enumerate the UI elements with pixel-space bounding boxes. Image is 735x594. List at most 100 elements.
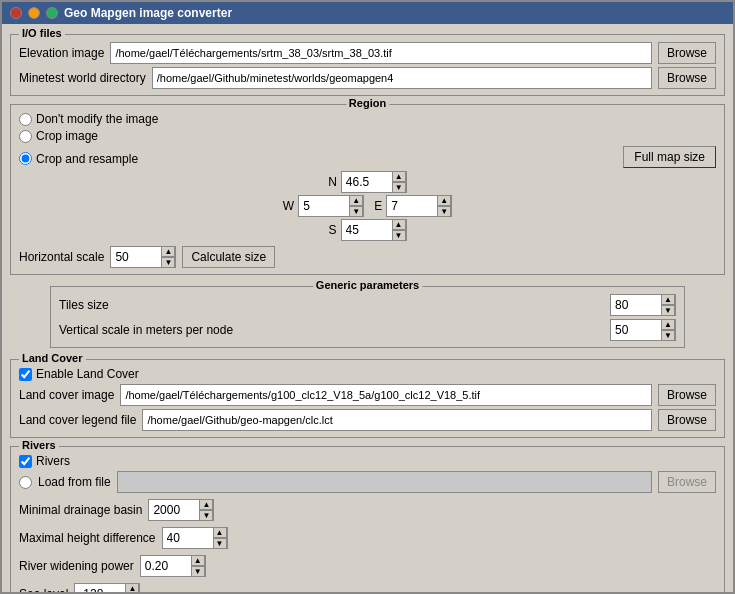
widening-spinner-btns: ▲ ▼ (191, 555, 205, 577)
max-height-input[interactable] (163, 528, 213, 548)
min-drainage-spinner: ▲ ▼ (148, 499, 214, 521)
s-down-btn[interactable]: ▼ (392, 230, 406, 241)
maximize-button[interactable] (46, 7, 58, 19)
tiles-input[interactable] (611, 295, 661, 315)
e-input[interactable] (387, 196, 437, 216)
rivers-enable-row: Rivers (19, 454, 716, 468)
e-spinner: ▲ ▼ (386, 195, 452, 217)
sea-level-input[interactable] (75, 584, 125, 592)
radio-no-modify[interactable] (19, 113, 32, 126)
enable-land-cover-checkbox[interactable] (19, 368, 32, 381)
h-scale-spinner: ▲ ▼ (110, 246, 176, 268)
n-spinner: ▲ ▼ (341, 171, 407, 193)
s-spinner: ▲ ▼ (341, 219, 407, 241)
s-spinner-btns: ▲ ▼ (392, 219, 406, 241)
radio-crop-label: Crop image (36, 129, 98, 143)
max-height-up-btn[interactable]: ▲ (213, 527, 227, 538)
land-cover-group: Land Cover Enable Land Cover Land cover … (10, 359, 725, 438)
s-label: S (328, 223, 336, 237)
generic-group: Generic parameters Tiles size ▲ ▼ Vertic… (50, 286, 685, 348)
h-scale-row: Horizontal scale ▲ ▼ Calculate size (19, 246, 716, 268)
e-down-btn[interactable]: ▼ (437, 206, 451, 217)
s-up-btn[interactable]: ▲ (392, 219, 406, 230)
rivers-load-browse-button[interactable]: Browse (658, 471, 716, 493)
widening-input[interactable] (141, 556, 191, 576)
tiles-down-btn[interactable]: ▼ (661, 305, 675, 316)
sea-level-row: Sea level ▲ ▼ (19, 583, 228, 592)
h-scale-spinner-btns: ▲ ▼ (161, 246, 175, 268)
widening-up-btn[interactable]: ▲ (191, 555, 205, 566)
elevation-input[interactable] (110, 42, 652, 64)
n-up-btn[interactable]: ▲ (392, 171, 406, 182)
elevation-browse-button[interactable]: Browse (658, 42, 716, 64)
close-button[interactable] (10, 7, 22, 19)
h-scale-up-btn[interactable]: ▲ (161, 246, 175, 257)
full-map-button[interactable]: Full map size (623, 146, 716, 168)
elevation-row: Elevation image Browse (19, 42, 716, 64)
region-group: Region Don't modify the image Crop image… (10, 104, 725, 275)
vert-down-btn[interactable]: ▼ (661, 330, 675, 341)
io-files-group: I/O files Elevation image Browse Minetes… (10, 34, 725, 96)
min-drainage-label: Minimal drainage basin (19, 503, 142, 517)
max-height-spinner: ▲ ▼ (162, 527, 228, 549)
land-cover-legend-label: Land cover legend file (19, 413, 136, 427)
enable-land-cover-label: Enable Land Cover (36, 367, 139, 381)
tiles-spinner-btns: ▲ ▼ (661, 294, 675, 316)
vert-up-btn[interactable]: ▲ (661, 319, 675, 330)
land-cover-image-input[interactable] (120, 384, 652, 406)
widening-down-btn[interactable]: ▼ (191, 566, 205, 577)
minimize-button[interactable] (28, 7, 40, 19)
h-scale-down-btn[interactable]: ▼ (161, 257, 175, 268)
world-input[interactable] (152, 67, 652, 89)
vert-spinner-btns: ▲ ▼ (661, 319, 675, 341)
rivers-load-radio[interactable] (19, 476, 32, 489)
radio-no-modify-row: Don't modify the image (19, 112, 716, 126)
widening-label: River widening power (19, 559, 134, 573)
sea-level-up-btn[interactable]: ▲ (125, 583, 139, 592)
rivers-load-label: Load from file (38, 475, 111, 489)
w-input[interactable] (299, 196, 349, 216)
h-scale-input[interactable] (111, 247, 161, 267)
land-cover-legend-input[interactable] (142, 409, 652, 431)
main-window: Geo Mapgen image converter I/O files Ele… (0, 0, 735, 594)
tiles-up-btn[interactable]: ▲ (661, 294, 675, 305)
world-browse-button[interactable]: Browse (658, 67, 716, 89)
e-label: E (374, 199, 382, 213)
n-input[interactable] (342, 172, 392, 192)
radio-no-modify-label: Don't modify the image (36, 112, 158, 126)
w-up-btn[interactable]: ▲ (349, 195, 363, 206)
rivers-checkbox[interactable] (19, 455, 32, 468)
radio-crop-row: Crop image (19, 129, 716, 143)
land-cover-legend-browse-button[interactable]: Browse (658, 409, 716, 431)
widening-spinner: ▲ ▼ (140, 555, 206, 577)
n-down-btn[interactable]: ▼ (392, 182, 406, 193)
s-input[interactable] (342, 220, 392, 240)
generic-label: Generic parameters (313, 279, 422, 291)
sea-level-spinner-btns: ▲ ▼ (125, 583, 139, 592)
radio-crop[interactable] (19, 130, 32, 143)
land-cover-label: Land Cover (19, 352, 86, 364)
e-spinner-btns: ▲ ▼ (437, 195, 451, 217)
min-drainage-down-btn[interactable]: ▼ (199, 510, 213, 521)
n-label: N (328, 175, 337, 189)
min-drainage-input[interactable] (149, 500, 199, 520)
region-label: Region (346, 97, 389, 109)
rivers-load-input[interactable] (117, 471, 652, 493)
rivers-label: Rivers (19, 439, 59, 451)
min-drainage-up-btn[interactable]: ▲ (199, 499, 213, 510)
max-height-down-btn[interactable]: ▼ (213, 538, 227, 549)
w-spinner: ▲ ▼ (298, 195, 364, 217)
vert-input[interactable] (611, 320, 661, 340)
widening-row: River widening power ▲ ▼ (19, 555, 228, 577)
e-up-btn[interactable]: ▲ (437, 195, 451, 206)
rivers-checkbox-label: Rivers (36, 454, 70, 468)
sea-level-label: Sea level (19, 587, 68, 592)
min-drainage-spinner-btns: ▲ ▼ (199, 499, 213, 521)
min-drainage-row: Minimal drainage basin ▲ ▼ (19, 499, 228, 521)
w-down-btn[interactable]: ▼ (349, 206, 363, 217)
radio-crop-resample[interactable] (19, 152, 32, 165)
window-title: Geo Mapgen image converter (64, 6, 232, 20)
land-cover-image-browse-button[interactable]: Browse (658, 384, 716, 406)
calc-size-button[interactable]: Calculate size (182, 246, 275, 268)
w-label: W (283, 199, 294, 213)
